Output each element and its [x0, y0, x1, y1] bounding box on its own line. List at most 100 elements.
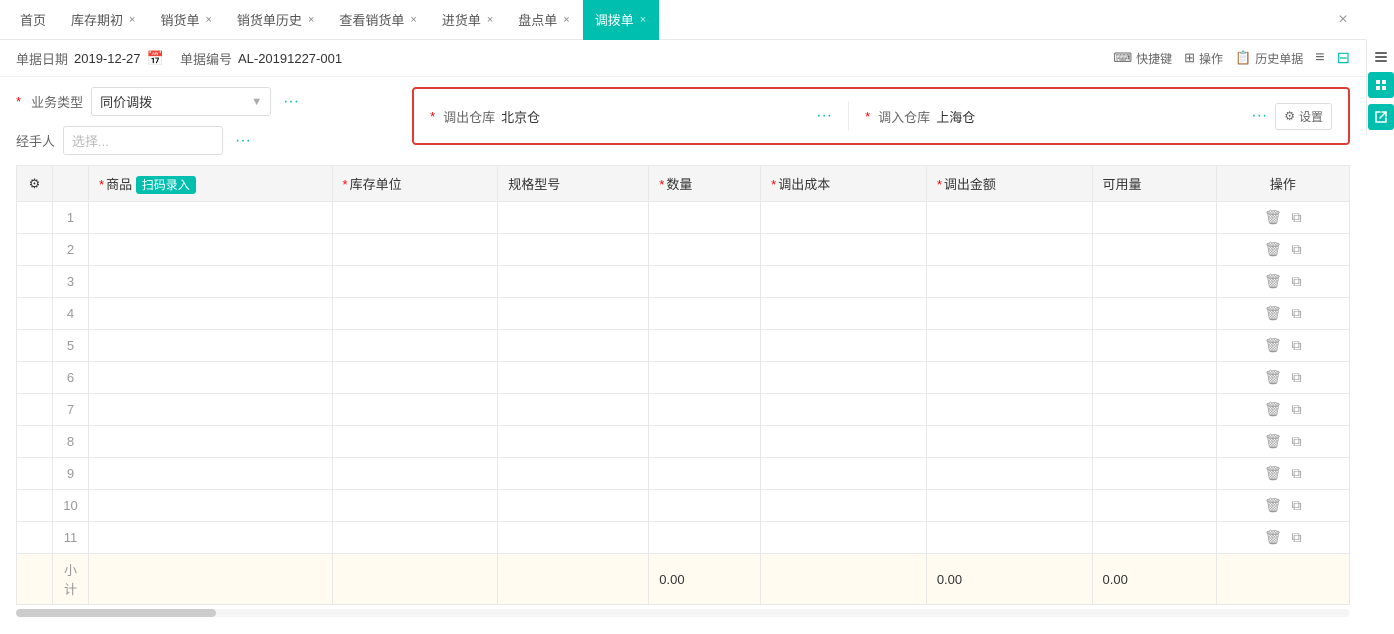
row-6-unit[interactable]: [332, 362, 498, 394]
row-7-copy-icon[interactable]: ⧉: [1292, 401, 1302, 417]
row-4-unit[interactable]: [332, 298, 498, 330]
row-10-transfer-cost[interactable]: [761, 490, 927, 522]
row-10-spec[interactable]: [498, 490, 649, 522]
row-4-available[interactable]: [1092, 298, 1216, 330]
row-9-available[interactable]: [1092, 458, 1216, 490]
row-5-quantity[interactable]: [649, 330, 761, 362]
row-6-quantity[interactable]: [649, 362, 761, 394]
row-11-transfer-cost[interactable]: [761, 522, 927, 554]
calendar-icon[interactable]: 📅: [147, 50, 164, 67]
row-8-transfer-cost[interactable]: [761, 426, 927, 458]
row-7-spec[interactable]: [498, 394, 649, 426]
sidebar-expand-icon[interactable]: [1368, 72, 1394, 98]
row-9-spec[interactable]: [498, 458, 649, 490]
row-5-delete-icon[interactable]: 🗑: [1264, 337, 1282, 353]
row-3-quantity[interactable]: [649, 266, 761, 298]
tab-close-view-sales[interactable]: ×: [410, 14, 416, 26]
tab-close-inventory-check[interactable]: ×: [563, 14, 569, 26]
row-9-quantity[interactable]: [649, 458, 761, 490]
row-2-quantity[interactable]: [649, 234, 761, 266]
tab-sales-order[interactable]: 销货单 ×: [148, 0, 224, 40]
settings-button[interactable]: ⚙ 设置: [1275, 103, 1332, 130]
history-button[interactable]: 📋 历史单据: [1235, 50, 1303, 67]
row-11-delete-icon[interactable]: 🗑: [1264, 529, 1282, 545]
view-toggle-grid[interactable]: ⊟: [1337, 48, 1350, 68]
row-10-transfer-amount[interactable]: [926, 490, 1092, 522]
handler-more[interactable]: ···: [235, 132, 251, 150]
operations-button[interactable]: ⊞ 操作: [1184, 50, 1223, 67]
row-1-available[interactable]: [1092, 202, 1216, 234]
tab-inventory-init[interactable]: 库存期初 ×: [59, 0, 148, 40]
row-11-transfer-amount[interactable]: [926, 522, 1092, 554]
warehouse-out-more[interactable]: ···: [816, 107, 832, 125]
row-5-transfer-amount[interactable]: [926, 330, 1092, 362]
row-4-transfer-cost[interactable]: [761, 298, 927, 330]
view-toggle-list[interactable]: ≡: [1315, 49, 1324, 67]
row-4-product[interactable]: [89, 298, 333, 330]
row-7-product[interactable]: [89, 394, 333, 426]
row-1-transfer-amount[interactable]: [926, 202, 1092, 234]
tab-close-inventory-init[interactable]: ×: [129, 14, 135, 26]
row-8-quantity[interactable]: [649, 426, 761, 458]
row-10-quantity[interactable]: [649, 490, 761, 522]
row-8-product[interactable]: [89, 426, 333, 458]
row-8-copy-icon[interactable]: ⧉: [1292, 433, 1302, 449]
row-9-transfer-amount[interactable]: [926, 458, 1092, 490]
row-6-transfer-cost[interactable]: [761, 362, 927, 394]
row-1-transfer-cost[interactable]: [761, 202, 927, 234]
row-10-copy-icon[interactable]: ⧉: [1292, 497, 1302, 513]
business-type-more[interactable]: ···: [283, 93, 299, 111]
scroll-thumb[interactable]: [16, 609, 216, 617]
row-3-delete-icon[interactable]: 🗑: [1264, 273, 1282, 289]
row-1-unit[interactable]: [332, 202, 498, 234]
row-7-available[interactable]: [1092, 394, 1216, 426]
row-10-delete-icon[interactable]: 🗑: [1264, 497, 1282, 513]
tab-close-transfer-order[interactable]: ×: [640, 14, 646, 26]
row-2-available[interactable]: [1092, 234, 1216, 266]
row-4-delete-icon[interactable]: 🗑: [1264, 305, 1282, 321]
row-8-available[interactable]: [1092, 426, 1216, 458]
row-6-product[interactable]: [89, 362, 333, 394]
row-7-delete-icon[interactable]: 🗑: [1264, 401, 1282, 417]
row-1-spec[interactable]: [498, 202, 649, 234]
row-8-delete-icon[interactable]: 🗑: [1264, 433, 1282, 449]
row-9-product[interactable]: [89, 458, 333, 490]
row-6-delete-icon[interactable]: 🗑: [1264, 369, 1282, 385]
row-1-copy-icon[interactable]: ⧉: [1292, 209, 1302, 225]
window-close-button[interactable]: ×: [1328, 5, 1358, 35]
tab-close-sales-history[interactable]: ×: [308, 14, 314, 26]
tab-transfer-order[interactable]: 调拨单 ×: [583, 0, 659, 40]
row-2-transfer-amount[interactable]: [926, 234, 1092, 266]
row-7-unit[interactable]: [332, 394, 498, 426]
row-2-unit[interactable]: [332, 234, 498, 266]
business-type-select[interactable]: 同价调拨 ▼: [91, 87, 271, 116]
row-2-spec[interactable]: [498, 234, 649, 266]
row-5-product[interactable]: [89, 330, 333, 362]
row-4-copy-icon[interactable]: ⧉: [1292, 305, 1302, 321]
warehouse-in-more[interactable]: ···: [1251, 107, 1267, 125]
sidebar-list-icon[interactable]: [1368, 44, 1394, 70]
handler-input[interactable]: 选择...: [63, 126, 223, 155]
row-2-transfer-cost[interactable]: [761, 234, 927, 266]
row-6-transfer-amount[interactable]: [926, 362, 1092, 394]
row-3-unit[interactable]: [332, 266, 498, 298]
row-5-unit[interactable]: [332, 330, 498, 362]
row-3-transfer-cost[interactable]: [761, 266, 927, 298]
tab-inventory-check[interactable]: 盘点单 ×: [506, 0, 582, 40]
row-3-spec[interactable]: [498, 266, 649, 298]
row-1-delete-icon[interactable]: 🗑: [1264, 209, 1282, 225]
row-10-available[interactable]: [1092, 490, 1216, 522]
row-5-available[interactable]: [1092, 330, 1216, 362]
row-3-copy-icon[interactable]: ⧉: [1292, 273, 1302, 289]
row-8-transfer-amount[interactable]: [926, 426, 1092, 458]
row-8-spec[interactable]: [498, 426, 649, 458]
tab-home[interactable]: 首页: [8, 0, 59, 40]
row-11-spec[interactable]: [498, 522, 649, 554]
row-5-transfer-cost[interactable]: [761, 330, 927, 362]
row-7-quantity[interactable]: [649, 394, 761, 426]
row-11-copy-icon[interactable]: ⧉: [1292, 529, 1302, 545]
row-3-available[interactable]: [1092, 266, 1216, 298]
row-4-quantity[interactable]: [649, 298, 761, 330]
row-11-available[interactable]: [1092, 522, 1216, 554]
row-10-unit[interactable]: [332, 490, 498, 522]
